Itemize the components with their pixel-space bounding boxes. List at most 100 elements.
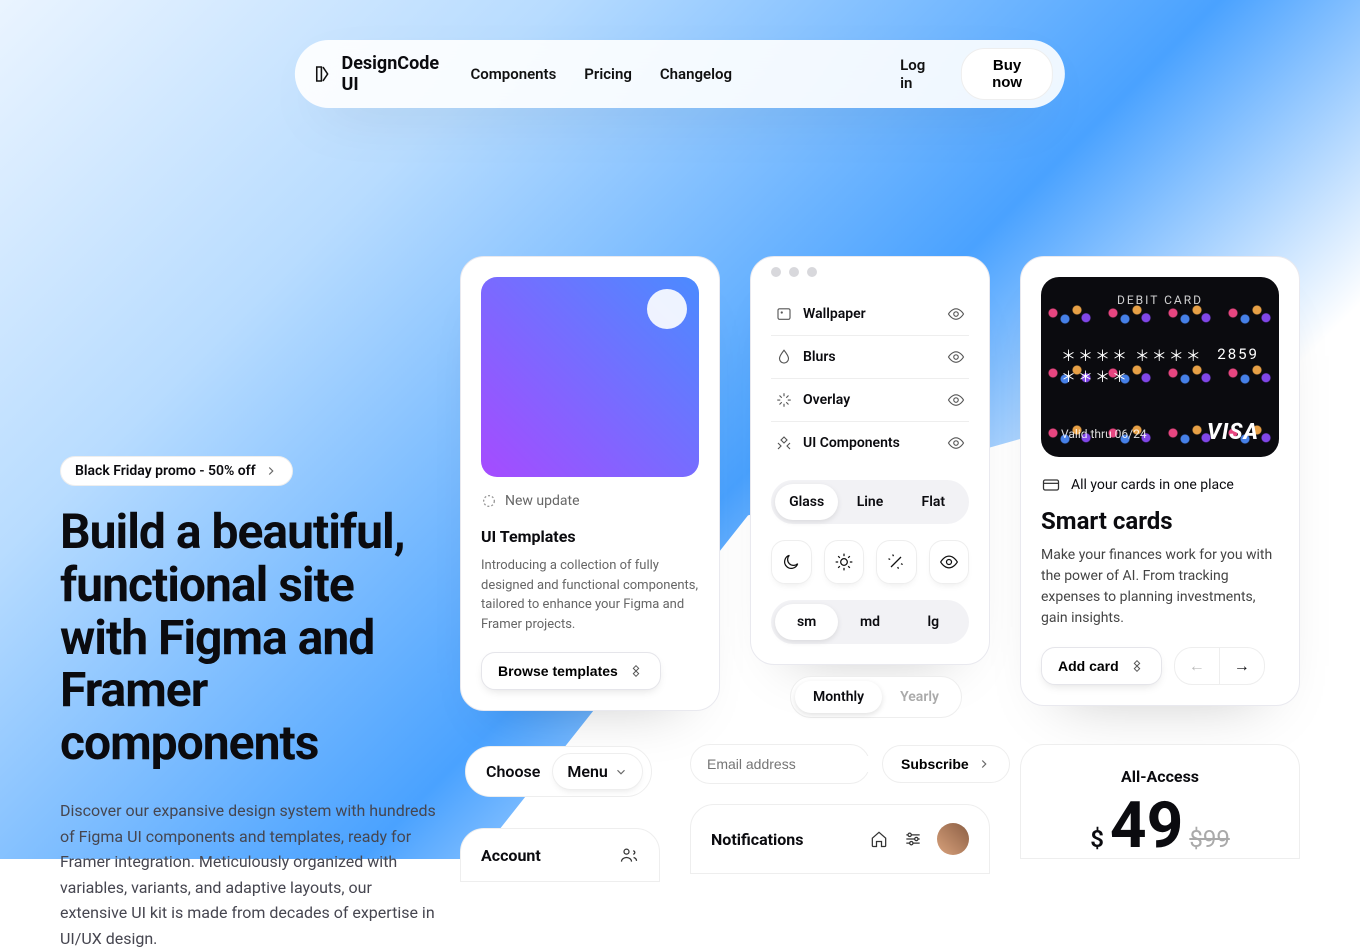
choose-label: Choose: [486, 762, 540, 781]
hero-body: Discover our expansive design system wit…: [60, 798, 440, 952]
avatar[interactable]: [937, 823, 969, 855]
layer-label: UI Components: [803, 435, 900, 451]
subscribe-label: Subscribe: [901, 756, 969, 772]
eye-icon[interactable]: [947, 348, 965, 366]
smart-body: Make your finances work for you with the…: [1041, 545, 1279, 629]
light-mode-button[interactable]: [824, 540, 865, 584]
sliders-icon[interactable]: [903, 829, 923, 849]
eye-icon[interactable]: [947, 305, 965, 323]
eye-icon[interactable]: [947, 391, 965, 409]
components-icon: [775, 434, 793, 452]
card-tag-row: All your cards in one place: [1041, 475, 1279, 495]
prev-button[interactable]: ←: [1175, 648, 1220, 684]
components-icon: [628, 663, 644, 679]
wallet-icon: [1041, 475, 1061, 495]
home-icon[interactable]: [869, 829, 889, 849]
add-card-label: Add card: [1058, 658, 1119, 674]
card-tag-text: All your cards in one place: [1071, 477, 1234, 493]
choose-menu: Choose Menu: [465, 746, 652, 797]
card-label: DEBIT CARD: [1061, 293, 1259, 307]
layer-wallpaper[interactable]: Wallpaper: [771, 293, 969, 336]
new-update-badge: New update: [481, 493, 699, 509]
seg-md[interactable]: md: [838, 604, 901, 640]
preview-button[interactable]: [929, 540, 970, 584]
nav-components[interactable]: Components: [470, 65, 556, 83]
chevron-down-icon: [614, 765, 628, 779]
hero: Black Friday promo - 50% off Build a bea…: [60, 456, 440, 952]
eye-icon[interactable]: [947, 434, 965, 452]
magic-off-icon: [886, 552, 906, 572]
auto-mode-button[interactable]: [876, 540, 917, 584]
seg-sm[interactable]: sm: [775, 604, 838, 640]
browse-templates-label: Browse templates: [498, 663, 618, 679]
next-button[interactable]: →: [1220, 648, 1264, 684]
add-card-button[interactable]: Add card: [1041, 647, 1162, 685]
nav-changelog[interactable]: Changelog: [660, 65, 732, 83]
spinner-icon: [481, 493, 497, 509]
layer-blurs[interactable]: Blurs: [771, 336, 969, 379]
blur-icon: [775, 348, 793, 366]
buy-now-button[interactable]: Buy now: [961, 48, 1053, 100]
new-update-text: New update: [505, 493, 580, 509]
seg-flat[interactable]: Flat: [902, 484, 965, 520]
layer-label: Overlay: [803, 392, 850, 408]
seg-lg[interactable]: lg: [902, 604, 965, 640]
seg-line[interactable]: Line: [838, 484, 901, 520]
email-field-wrap[interactable]: [690, 744, 870, 784]
notifications-card: Notifications: [690, 804, 990, 874]
smart-title: Smart cards: [1041, 507, 1279, 535]
period-toggle[interactable]: Monthly Yearly: [790, 676, 962, 718]
menu-label: Menu: [567, 762, 607, 781]
credit-card: DEBIT CARD ＊＊＊＊ ＊＊＊＊ ＊＊＊＊ 2859 Valid thr…: [1041, 277, 1279, 457]
templates-thumbnail: [481, 277, 699, 477]
card-valid: Valid thru 06/24: [1061, 427, 1147, 441]
account-card: Account: [460, 828, 660, 882]
logo-icon: [313, 63, 332, 85]
notifications-title: Notifications: [711, 830, 804, 849]
style-segment[interactable]: Glass Line Flat: [771, 480, 969, 524]
components-icon: [1129, 658, 1145, 674]
image-icon: [775, 305, 793, 323]
size-segment[interactable]: sm md lg: [771, 600, 969, 644]
period-monthly[interactable]: Monthly: [795, 681, 882, 713]
dark-mode-button[interactable]: [771, 540, 812, 584]
traffic-lights: [771, 267, 969, 277]
layer-overlay[interactable]: Overlay: [771, 379, 969, 422]
smart-cards-panel: DEBIT CARD ＊＊＊＊ ＊＊＊＊ ＊＊＊＊ 2859 Valid thr…: [1020, 256, 1300, 706]
period-yearly[interactable]: Yearly: [882, 681, 957, 713]
layer-components[interactable]: UI Components: [771, 422, 969, 464]
subscribe-button[interactable]: Subscribe: [882, 745, 1010, 783]
browse-templates-button[interactable]: Browse templates: [481, 652, 661, 690]
templates-body: Introducing a collection of fully design…: [481, 556, 699, 634]
hero-title: Build a beautiful, functional site with …: [60, 506, 440, 770]
mode-row: [771, 540, 969, 584]
card-last4: 2859: [1217, 345, 1259, 387]
price-value: 49: [1110, 794, 1183, 858]
card-brand: VISA: [1207, 420, 1259, 445]
users-icon[interactable]: [619, 845, 639, 865]
brand-text: DesignCode UI: [342, 53, 443, 95]
promo-pill[interactable]: Black Friday promo - 50% off: [60, 456, 293, 486]
nav-login[interactable]: Log in: [900, 56, 933, 92]
seg-glass[interactable]: Glass: [775, 484, 838, 520]
templates-title: UI Templates: [481, 527, 699, 546]
eye-icon: [939, 552, 959, 572]
layers-panel: Wallpaper Blurs Overlay UI Components Gl…: [750, 256, 990, 665]
card-number: ＊＊＊＊ ＊＊＊＊ ＊＊＊＊ 2859: [1061, 345, 1259, 387]
top-nav: DesignCode UI Components Pricing Changel…: [295, 40, 1065, 108]
pricing-card: All-Access $ 49 $99: [1020, 744, 1300, 859]
card-pager: ← →: [1174, 647, 1265, 685]
subscribe-row: Subscribe: [690, 744, 1010, 784]
tier-label: All-Access: [1041, 767, 1279, 786]
nav-pricing[interactable]: Pricing: [584, 65, 632, 83]
layer-label: Wallpaper: [803, 306, 866, 322]
chevron-right-icon: [264, 464, 278, 478]
promo-text: Black Friday promo - 50% off: [75, 463, 256, 479]
brand[interactable]: DesignCode UI: [313, 53, 443, 95]
menu-dropdown[interactable]: Menu: [552, 753, 642, 790]
email-input[interactable]: [707, 756, 888, 772]
layer-label: Blurs: [803, 349, 836, 365]
moon-icon: [781, 552, 801, 572]
card-mask: ＊＊＊＊ ＊＊＊＊ ＊＊＊＊: [1061, 345, 1217, 387]
sun-icon: [834, 552, 854, 572]
